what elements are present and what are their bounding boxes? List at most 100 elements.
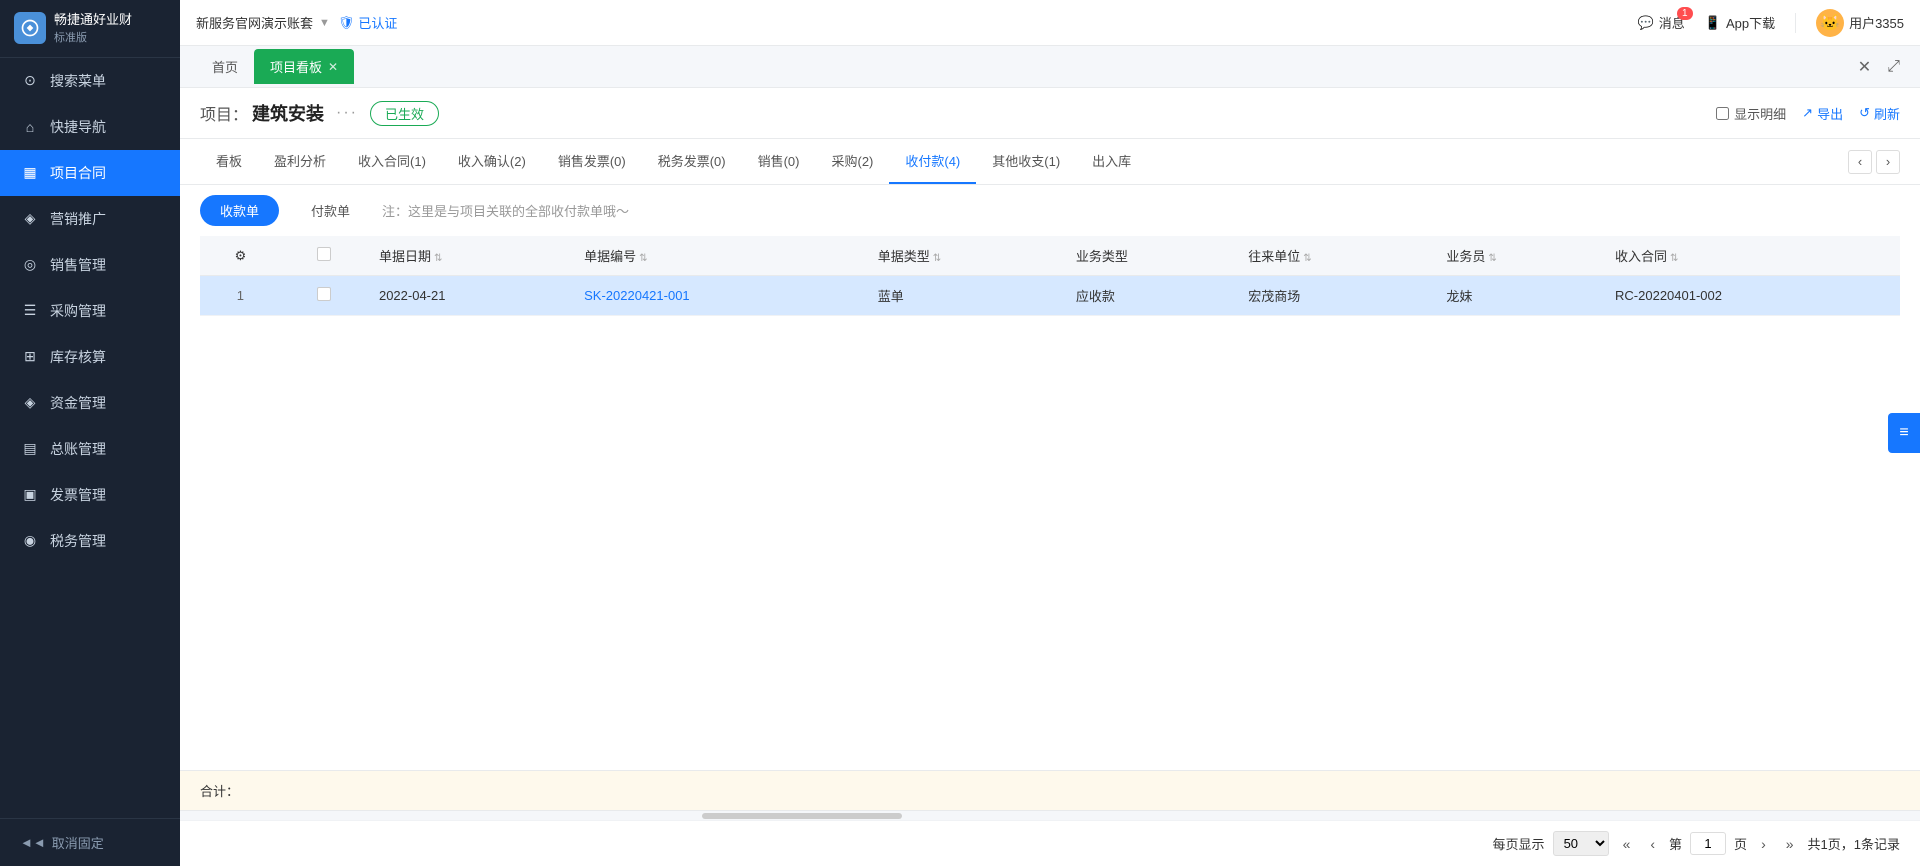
- subtab-other-income[interactable]: 其他收支(1): [976, 139, 1076, 184]
- sidebar-item-project-contract[interactable]: ▦ 项目合同: [0, 150, 180, 196]
- sidebar-item-invoice-mgmt[interactable]: ▣ 发票管理: [0, 472, 180, 518]
- cell-doc-type: 蓝单: [866, 276, 1064, 316]
- inner-tab-receipt-label: 收款单: [220, 204, 259, 219]
- sidebar-unpin[interactable]: ◄◄ 取消固定: [0, 818, 180, 866]
- topbar-right: 💬 消息 1 📱 App下载 🐱 用户3355: [1638, 9, 1904, 37]
- subtab-in-out[interactable]: 出入库: [1076, 139, 1147, 184]
- export-icon: ↗: [1802, 105, 1813, 121]
- sidebar-item-label: 发票管理: [50, 485, 106, 505]
- account-selector[interactable]: 新服务官网演示账套 ▼: [196, 13, 330, 32]
- subtab-purchase[interactable]: 采购(2): [815, 139, 889, 184]
- invoice-icon: ▣: [20, 485, 40, 505]
- sidebar-item-search[interactable]: ⊙ 搜索菜单: [0, 58, 180, 104]
- subtab-board[interactable]: 看板: [200, 139, 258, 184]
- col-doc-no[interactable]: 单据编号⇅: [572, 236, 866, 276]
- total-info: 共1页，1条记录: [1808, 834, 1900, 853]
- tab-close-button[interactable]: ✕: [1854, 53, 1875, 81]
- subtab-tax-invoice[interactable]: 税务发票(0): [642, 139, 742, 184]
- show-detail-checkbox[interactable]: 显示明细: [1716, 104, 1786, 123]
- project-name: 建筑安装: [252, 100, 324, 126]
- table-row[interactable]: 1 2022-04-21 SK-20220421-001 蓝单 应收款 宏茂商场…: [200, 276, 1900, 316]
- sidebar-item-purchase-mgmt[interactable]: ☰ 采购管理: [0, 288, 180, 334]
- cell-biz-type: 应收款: [1064, 276, 1236, 316]
- subtab-profit-analysis[interactable]: 盈利分析: [258, 139, 342, 184]
- sidebar-item-fund-mgmt[interactable]: ◈ 资金管理: [0, 380, 180, 426]
- show-detail-input[interactable]: [1716, 107, 1729, 120]
- last-page-button[interactable]: »: [1780, 833, 1800, 855]
- user-menu[interactable]: 🐱 用户3355: [1816, 9, 1904, 37]
- scrollbar-thumb[interactable]: [702, 813, 902, 819]
- sidebar-item-tax-mgmt[interactable]: ◉ 税务管理: [0, 518, 180, 564]
- app-download-button[interactable]: 📱 App下载: [1705, 13, 1775, 32]
- inner-tab-payment[interactable]: 付款单: [291, 195, 370, 226]
- avatar: 🐱: [1816, 9, 1844, 37]
- project-status-badge: 已生效: [370, 101, 439, 126]
- sidebar-item-marketing[interactable]: ◈ 营销推广: [0, 196, 180, 242]
- doc-no-link[interactable]: SK-20220421-001: [584, 288, 690, 303]
- horizontal-scrollbar[interactable]: [180, 810, 1920, 820]
- next-page-button[interactable]: ›: [1755, 833, 1772, 855]
- float-action-button[interactable]: ≡: [1888, 413, 1920, 453]
- subtab-income-confirm[interactable]: 收入确认(2): [442, 139, 542, 184]
- table-wrap: ⚙ 单据日期⇅ 单据编号⇅ 单据类型⇅ 业务类型 往来单位⇅ 业务员⇅ 收入合同…: [180, 236, 1920, 770]
- marketing-icon: ◈: [20, 209, 40, 229]
- cell-num: 1: [200, 276, 281, 316]
- subtab-prev-button[interactable]: ‹: [1848, 150, 1872, 174]
- fund-icon: ◈: [20, 393, 40, 413]
- tab-home-label: 首页: [212, 57, 238, 76]
- page-number-input[interactable]: [1690, 832, 1726, 855]
- row-checkbox[interactable]: [317, 287, 331, 301]
- show-detail-label: 显示明细: [1734, 104, 1786, 123]
- sidebar-item-inventory[interactable]: ⊞ 库存核算: [0, 334, 180, 380]
- col-partner[interactable]: 往来单位⇅: [1236, 236, 1434, 276]
- tab-close-icon[interactable]: ✕: [328, 60, 338, 74]
- sidebar-item-label: 资金管理: [50, 393, 106, 413]
- per-page-select[interactable]: 50 100 200: [1553, 831, 1609, 856]
- subtab-income-contract[interactable]: 收入合同(1): [342, 139, 442, 184]
- refresh-button[interactable]: ↺ 刷新: [1859, 104, 1900, 123]
- cell-doc-no[interactable]: SK-20220421-001: [572, 276, 866, 316]
- topbar-divider: [1795, 13, 1796, 33]
- tab-expand-button[interactable]: ⤢: [1883, 53, 1904, 81]
- tab-project-board[interactable]: 项目看板 ✕: [254, 49, 354, 84]
- cell-checkbox[interactable]: [281, 276, 367, 316]
- message-button[interactable]: 💬 消息 1: [1638, 13, 1685, 32]
- subtab-nav: ‹ ›: [1848, 150, 1900, 174]
- table-header-row: ⚙ 单据日期⇅ 单据编号⇅ 单据类型⇅ 业务类型 往来单位⇅ 业务员⇅ 收入合同…: [200, 236, 1900, 276]
- select-all-checkbox[interactable]: [317, 247, 331, 261]
- col-biz-type: 业务类型: [1064, 236, 1236, 276]
- inner-tab-receipt[interactable]: 收款单: [200, 195, 279, 226]
- sidebar-item-ledger-mgmt[interactable]: ▤ 总账管理: [0, 426, 180, 472]
- col-doc-date[interactable]: 单据日期⇅: [367, 236, 572, 276]
- col-settings[interactable]: ⚙: [200, 236, 281, 276]
- subtab-next-button[interactable]: ›: [1876, 150, 1900, 174]
- tab-home[interactable]: 首页: [196, 49, 254, 84]
- col-income-contract[interactable]: 收入合同⇅: [1603, 236, 1900, 276]
- col-salesman[interactable]: 业务员⇅: [1434, 236, 1603, 276]
- per-page-label: 每页显示: [1493, 834, 1545, 853]
- sidebar-item-label: 快捷导航: [50, 117, 106, 137]
- subtab-payment-receipt[interactable]: 收付款(4): [889, 139, 976, 184]
- sidebar-item-label: 总账管理: [50, 439, 106, 459]
- first-page-button[interactable]: «: [1617, 833, 1637, 855]
- inventory-icon: ⊞: [20, 347, 40, 367]
- subtab-sales[interactable]: 销售(0): [742, 139, 816, 184]
- page-label: 第: [1669, 834, 1682, 853]
- export-button[interactable]: ↗ 导出: [1802, 104, 1843, 123]
- col-checkbox[interactable]: [281, 236, 367, 276]
- ledger-icon: ▤: [20, 439, 40, 459]
- prev-page-button[interactable]: ‹: [1644, 833, 1661, 855]
- sidebar-item-label: 项目合同: [50, 163, 106, 183]
- sort-icon: ⇅: [639, 253, 647, 264]
- home-icon: ⌂: [20, 117, 40, 137]
- subtab-sales-invoice[interactable]: 销售发票(0): [542, 139, 642, 184]
- project-prefix: 项目：: [200, 101, 248, 125]
- verified-text: 已认证: [358, 13, 397, 32]
- main-panel: 新服务官网演示账套 ▼ 🛡 已认证 💬 消息 1 📱 App下载 🐱 用户335…: [180, 0, 1920, 866]
- col-doc-type[interactable]: 单据类型⇅: [866, 236, 1064, 276]
- sidebar-item-quick-nav[interactable]: ⌂ 快捷导航: [0, 104, 180, 150]
- sidebar-item-sales-mgmt[interactable]: ◎ 销售管理: [0, 242, 180, 288]
- project-more-icon[interactable]: ···: [336, 104, 358, 122]
- page-suffix: 页: [1734, 834, 1747, 853]
- message-icon: 💬: [1638, 15, 1654, 31]
